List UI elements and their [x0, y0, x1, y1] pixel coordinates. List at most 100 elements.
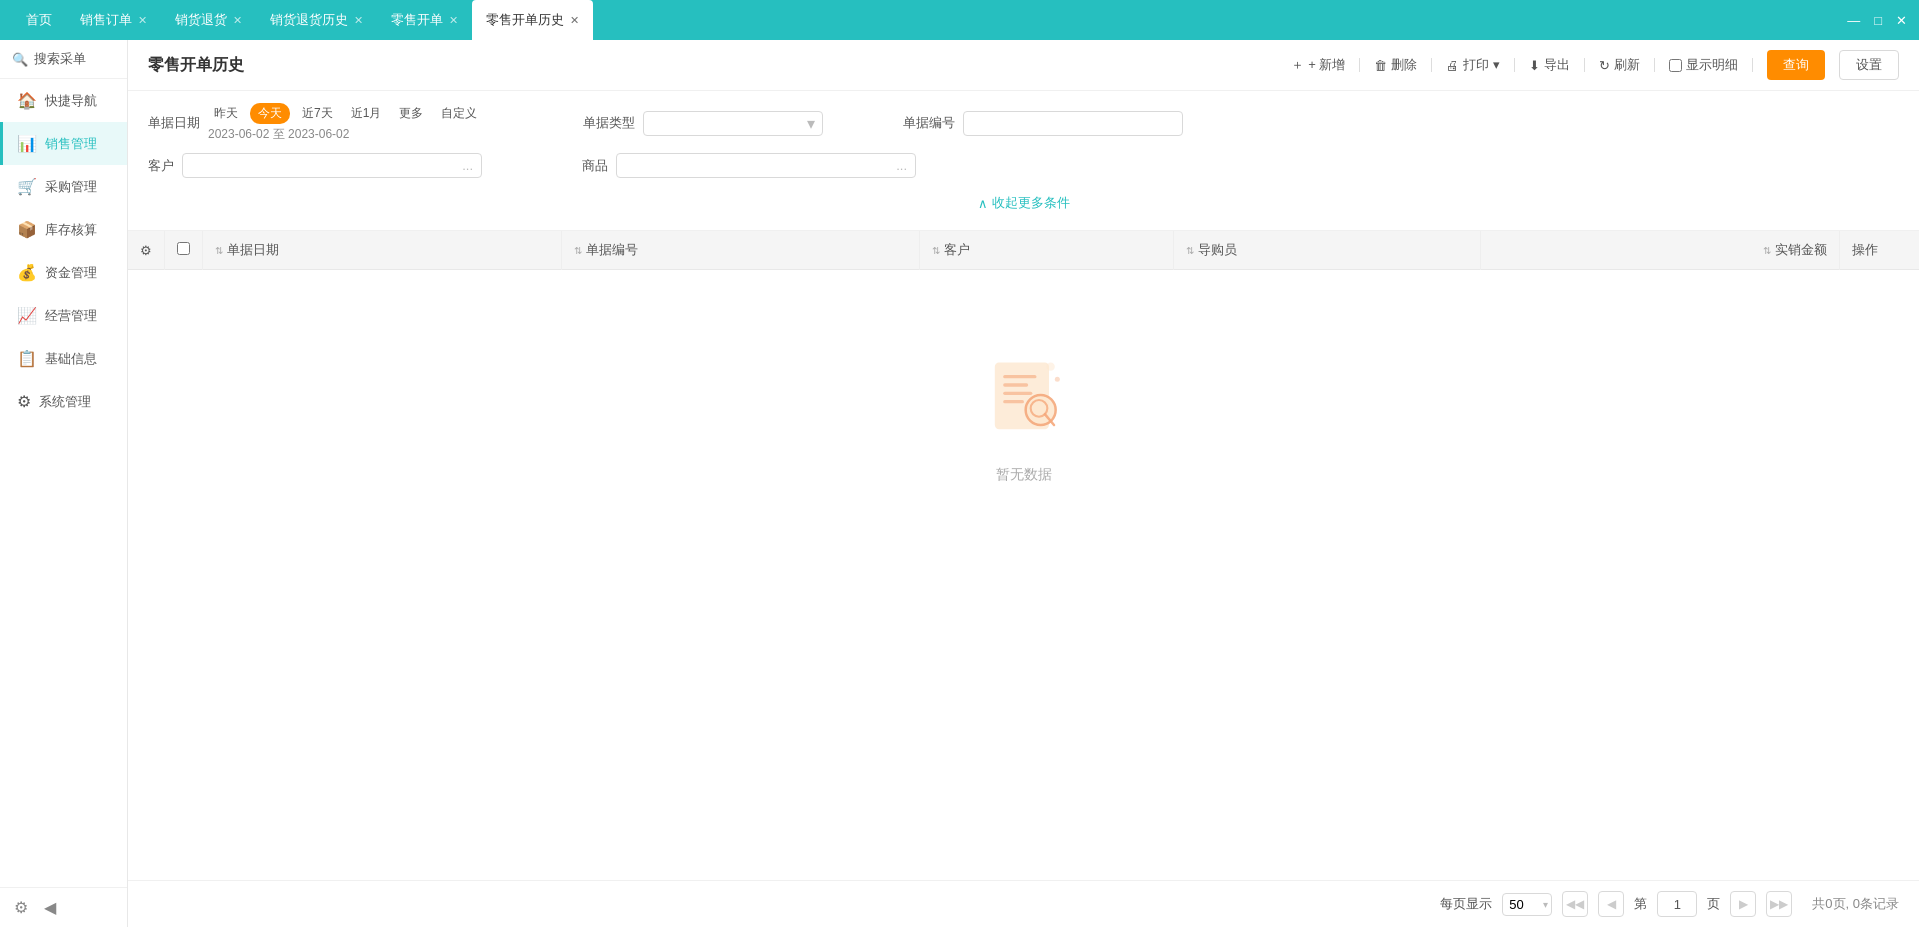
close-tab-retail-order-history[interactable]: ✕: [570, 14, 579, 27]
add-icon: ＋: [1291, 56, 1304, 74]
sidebar-item-finance[interactable]: 💰 资金管理: [0, 251, 127, 294]
goods-label: 商品: [582, 157, 608, 175]
tab-retail-order[interactable]: 零售开单 ✕: [377, 0, 472, 40]
date-btn-custom[interactable]: 自定义: [435, 103, 483, 124]
page-text-2: 页: [1707, 895, 1720, 913]
th-salesperson: 导购员: [1174, 231, 1480, 270]
page-header: 零售开单历史 ＋ + 新增 🗑 删除 🖨 打印 ▾ ⬇: [128, 40, 1919, 91]
close-btn-window[interactable]: ✕: [1896, 13, 1907, 28]
date-label: 单据日期: [148, 114, 200, 132]
divider-2: [1431, 58, 1432, 72]
content-area: 零售开单历史 ＋ + 新增 🗑 删除 🖨 打印 ▾ ⬇: [128, 40, 1919, 927]
sidebar-item-purchase[interactable]: 🛒 采购管理: [0, 165, 127, 208]
purchase-icon: 🛒: [17, 177, 37, 196]
collapse-chevron-icon: ∧: [978, 196, 988, 211]
filter-bill-number: 单据编号: [903, 111, 1183, 136]
delete-button[interactable]: 🗑 删除: [1374, 56, 1417, 74]
date-btn-today[interactable]: 今天: [250, 103, 290, 124]
close-tab-sales-return[interactable]: ✕: [233, 14, 242, 27]
sidebar-item-home[interactable]: 🏠 快捷导航: [0, 79, 127, 122]
minimize-btn[interactable]: —: [1847, 13, 1860, 28]
sales-icon: 📊: [17, 134, 37, 153]
th-action: 操作: [1839, 231, 1919, 270]
tab-home[interactable]: 首页: [12, 0, 66, 40]
empty-state: 暂无数据: [128, 270, 1919, 564]
sidebar-search[interactable]: 🔍 搜索采单: [0, 40, 127, 79]
number-input[interactable]: [963, 111, 1183, 136]
th-amount: 实销金额: [1480, 231, 1839, 270]
sidebar: 🔍 搜索采单 🏠 快捷导航 📊 销售管理 🛒 采购管理 📦 库存核算 💰: [0, 40, 128, 927]
sort-salesperson[interactable]: 导购员: [1186, 241, 1467, 259]
next-page-btn[interactable]: ▶: [1730, 891, 1756, 917]
date-btn-more[interactable]: 更多: [393, 103, 429, 124]
divider-1: [1359, 58, 1360, 72]
first-page-btn[interactable]: ◀◀: [1562, 891, 1588, 917]
system-icon: ⚙: [17, 392, 31, 411]
table-body: 暂无数据: [128, 270, 1919, 565]
sort-date[interactable]: 单据日期: [215, 241, 549, 259]
print-button[interactable]: 🖨 打印 ▾: [1446, 56, 1500, 74]
settings-button[interactable]: 设置: [1839, 50, 1899, 80]
type-select[interactable]: [643, 111, 823, 136]
sidebar-item-management[interactable]: 📈 经营管理: [0, 294, 127, 337]
empty-row: 暂无数据: [128, 270, 1919, 565]
filter-bill-type: 单据类型: [583, 111, 823, 136]
select-all-checkbox[interactable]: [177, 242, 190, 255]
sidebar-item-basic-info[interactable]: 📋 基础信息: [0, 337, 127, 380]
svg-point-8: [1046, 363, 1054, 371]
sidebar-item-label: 经营管理: [45, 307, 97, 325]
sidebar-menu: 🏠 快捷导航 📊 销售管理 🛒 采购管理 📦 库存核算 💰 资金管理 📈: [0, 79, 127, 887]
export-button[interactable]: ⬇ 导出: [1529, 56, 1570, 74]
last-page-btn[interactable]: ▶▶: [1766, 891, 1792, 917]
maximize-btn[interactable]: □: [1874, 13, 1882, 28]
data-table: ⚙ 单据日期 单据编号: [128, 231, 1919, 564]
date-range-display: 2023-06-02 至 2023-06-02: [208, 126, 483, 143]
add-button[interactable]: ＋ + 新增: [1291, 56, 1345, 74]
sidebar-item-sales[interactable]: 📊 销售管理: [0, 122, 127, 165]
sort-customer[interactable]: 客户: [932, 241, 1161, 259]
sidebar-settings-btn[interactable]: ⚙: [14, 898, 28, 917]
date-btn-1month[interactable]: 近1月: [345, 103, 388, 124]
sidebar-item-system[interactable]: ⚙ 系统管理: [0, 380, 127, 423]
sort-number[interactable]: 单据编号: [574, 241, 908, 259]
collapse-more-btn[interactable]: ∧ 收起更多条件: [148, 188, 1899, 218]
tab-sales-return[interactable]: 销货退货 ✕: [161, 0, 256, 40]
divider-4: [1584, 58, 1585, 72]
table-area: ⚙ 单据日期 单据编号: [128, 231, 1919, 880]
tab-sales-order[interactable]: 销售订单 ✕: [66, 0, 161, 40]
page-text: 第: [1634, 895, 1647, 913]
goods-input[interactable]: ...: [616, 153, 916, 178]
date-btn-yesterday[interactable]: 昨天: [208, 103, 244, 124]
settings-icon[interactable]: ⚙: [140, 243, 152, 258]
close-tab-sales-return-history[interactable]: ✕: [354, 14, 363, 27]
sort-amount[interactable]: 实销金额: [1493, 241, 1827, 259]
date-btn-7days[interactable]: 近7天: [296, 103, 339, 124]
tab-retail-order-history[interactable]: 零售开单历史 ✕: [472, 0, 593, 40]
print-icon: 🖨: [1446, 58, 1459, 73]
customer-input[interactable]: ...: [182, 153, 482, 178]
th-customer: 客户: [920, 231, 1174, 270]
export-icon: ⬇: [1529, 58, 1540, 73]
management-icon: 📈: [17, 306, 37, 325]
display-detail-toggle[interactable]: 显示明细: [1669, 56, 1738, 74]
display-detail-checkbox[interactable]: [1669, 59, 1682, 72]
sidebar-item-label: 系统管理: [39, 393, 91, 411]
customer-dots-icon: ...: [462, 158, 473, 173]
sidebar-item-label: 库存核算: [45, 221, 97, 239]
prev-page-btn[interactable]: ◀: [1598, 891, 1624, 917]
close-tab-sales-order[interactable]: ✕: [138, 14, 147, 27]
tab-sales-return-history[interactable]: 销货退货历史 ✕: [256, 0, 377, 40]
sidebar-collapse-btn[interactable]: ◀: [44, 898, 56, 917]
sidebar-item-inventory[interactable]: 📦 库存核算: [0, 208, 127, 251]
page-number-input[interactable]: [1657, 891, 1697, 917]
page-size-select[interactable]: 10 20 50 100: [1502, 893, 1552, 916]
th-date: 单据日期: [203, 231, 562, 270]
refresh-button[interactable]: ↻ 刷新: [1599, 56, 1640, 74]
empty-text: 暂无数据: [996, 466, 1052, 484]
filter-row-2: 客户 ... 商品 ...: [148, 153, 1899, 178]
query-button[interactable]: 查询: [1767, 50, 1825, 80]
filter-row-1: 单据日期 昨天 今天 近7天 近1月 更多 自定义 2023-06-02 至 2…: [148, 103, 1899, 143]
divider-6: [1752, 58, 1753, 72]
inventory-icon: 📦: [17, 220, 37, 239]
close-tab-retail-order[interactable]: ✕: [449, 14, 458, 27]
